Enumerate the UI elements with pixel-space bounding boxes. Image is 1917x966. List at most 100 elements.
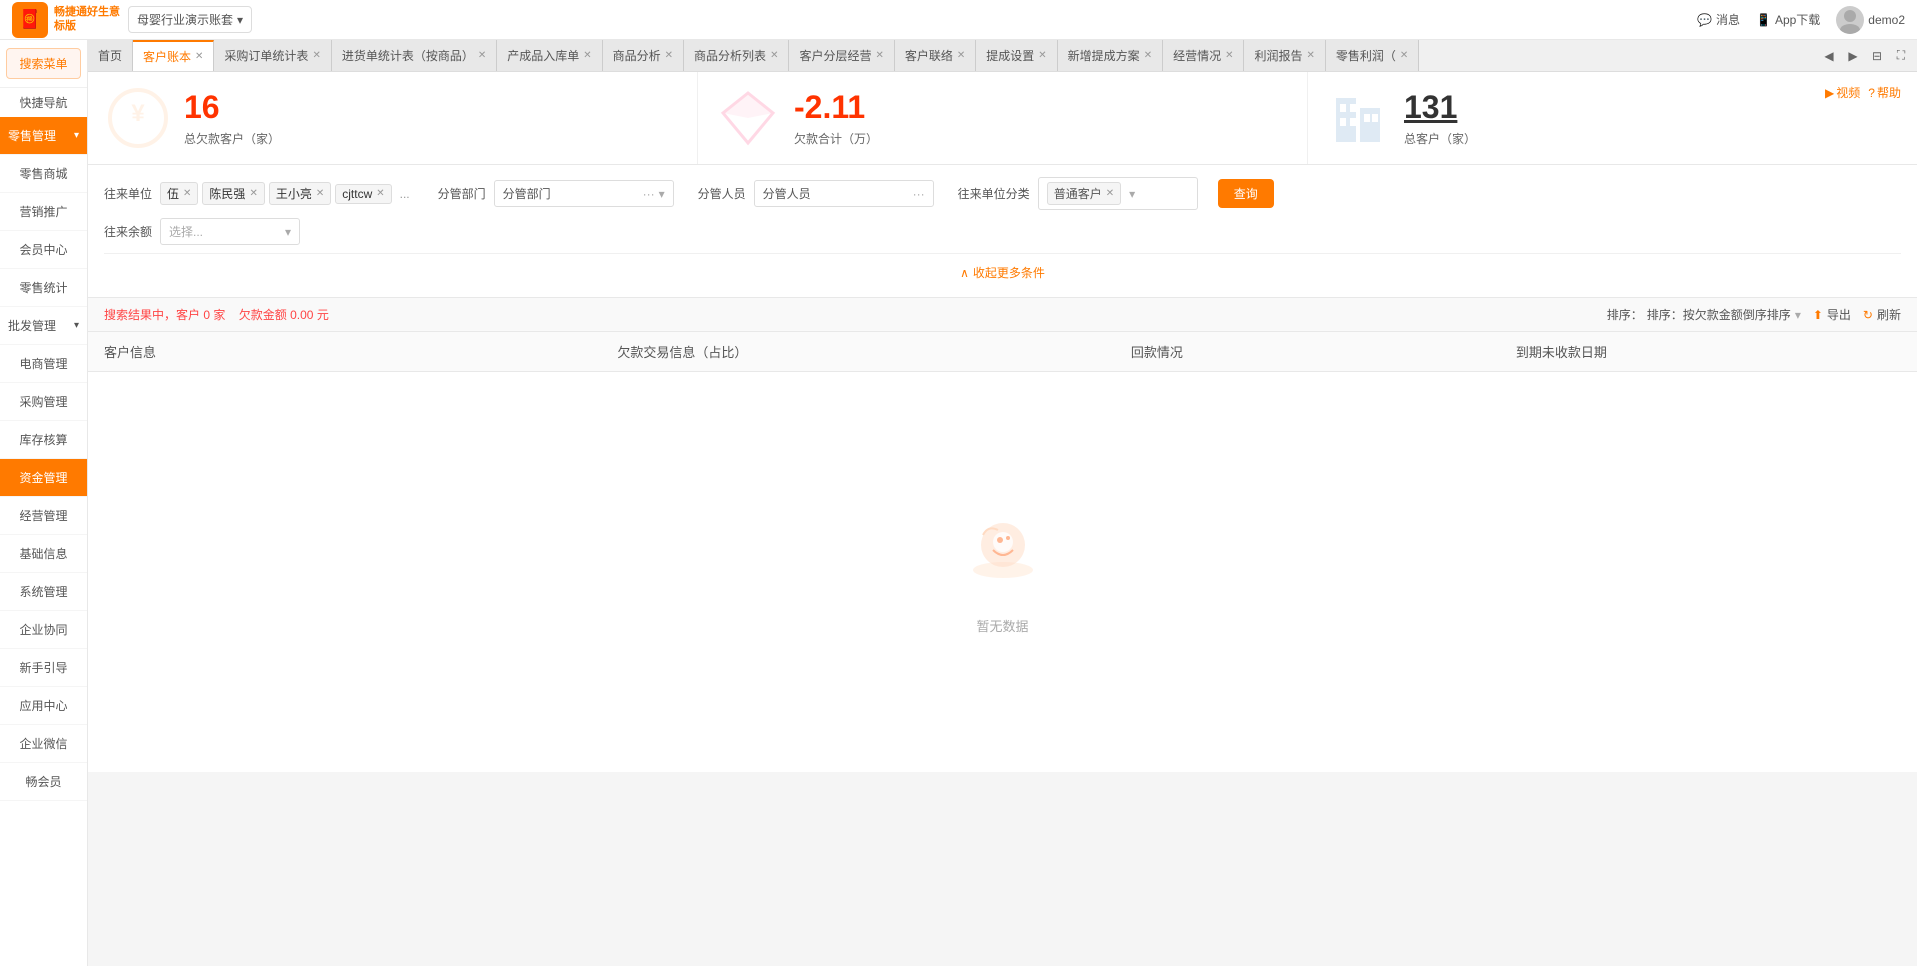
- tab-close-operations[interactable]: ✕: [1225, 50, 1233, 61]
- sidebar-item-inventory[interactable]: 库存核算: [0, 421, 87, 459]
- help-link[interactable]: ? 帮助: [1868, 84, 1901, 101]
- filter-person-label: 分管人员: [698, 185, 746, 202]
- stat-label-debt-amount: 欠款合计（万）: [794, 130, 1287, 147]
- search-menu-button[interactable]: 搜索菜单: [6, 48, 81, 79]
- remove-tag-unit-3[interactable]: ✕: [376, 188, 384, 199]
- sort-select[interactable]: 排序： 排序：按欠款金额倒序排序 ▾: [1607, 306, 1801, 323]
- sidebar-item-system-mgmt[interactable]: 系统管理: [0, 573, 87, 611]
- tab-close-customer-contact[interactable]: ✕: [957, 50, 965, 61]
- sidebar-item-finance[interactable]: 资金管理: [0, 459, 87, 497]
- remove-tag-unit-0[interactable]: ✕: [183, 188, 191, 199]
- query-button[interactable]: 查询: [1218, 179, 1274, 208]
- main-layout: 搜索菜单 快捷导航 零售管理 ▾ 零售商城 营销推广 会员中心 零售统计 批发管…: [0, 40, 1917, 966]
- chevron-down-icon: ▾: [1129, 187, 1135, 201]
- remove-tag-unit-2[interactable]: ✕: [316, 188, 324, 199]
- tab-close-new-boost-plan[interactable]: ✕: [1144, 50, 1152, 61]
- tab-profit-report[interactable]: 利润报告 ✕: [1244, 40, 1325, 72]
- sidebar-item-vip-member[interactable]: 畅会员: [0, 763, 87, 801]
- table-header: 客户信息 欠款交易信息（占比） 回款情况 到期未收款日期: [88, 332, 1917, 372]
- table-header-customer-info: 客户信息: [104, 342, 617, 361]
- empty-text: 暂无数据: [976, 616, 1028, 635]
- logo-area: 🧧 畅捷通好生意 标版: [12, 2, 120, 38]
- filter-balance-select[interactable]: 选择... ▾: [160, 218, 300, 245]
- export-button[interactable]: ⬆ 导出: [1813, 306, 1851, 323]
- tab-boost-settings[interactable]: 提成设置 ✕: [976, 40, 1057, 72]
- avatar: [1836, 6, 1864, 34]
- empty-icon: [963, 510, 1043, 604]
- refresh-button[interactable]: ↻ 刷新: [1863, 306, 1901, 323]
- tab-product-analysis-list[interactable]: 商品分析列表 ✕: [684, 40, 789, 72]
- filter-unit-tags: 伍 ✕ 陈民强 ✕ 王小亮 ✕ cjttcw ✕: [160, 182, 414, 205]
- sidebar-item-app-center[interactable]: 应用中心: [0, 687, 87, 725]
- stat-card-total-customers: 131 总客户（家） ▶ 视频 ? 帮助: [1308, 72, 1917, 164]
- tab-purchase-stats-by-product[interactable]: 进货单统计表（按商品） ✕: [332, 40, 497, 72]
- tab-collapse-button[interactable]: ⊟: [1867, 46, 1887, 66]
- filter-person-select[interactable]: 分管人员 ···: [754, 180, 934, 207]
- tab-customer-balance[interactable]: 客户账本 ✕: [133, 40, 214, 72]
- remove-tag-unit-1[interactable]: ✕: [249, 188, 257, 199]
- tab-product-instock[interactable]: 产成品入库单 ✕: [497, 40, 602, 72]
- remove-tag-category-0[interactable]: ✕: [1106, 188, 1114, 199]
- messages-button[interactable]: 💬 消息: [1697, 11, 1740, 28]
- sidebar-item-ecommerce[interactable]: 电商管理: [0, 345, 87, 383]
- sidebar-item-purchase-mgmt[interactable]: 采购管理: [0, 383, 87, 421]
- tab-operations[interactable]: 经营情况 ✕: [1163, 40, 1244, 72]
- sidebar-item-operations-mgmt[interactable]: 经营管理: [0, 497, 87, 535]
- tab-close-customer-balance[interactable]: ✕: [195, 51, 203, 62]
- sidebar-search-area: 搜索菜单: [0, 40, 87, 88]
- content-area: 首页 客户账本 ✕ 采购订单统计表 ✕ 进货单统计表（按商品） ✕ 产成品入库单…: [88, 40, 1917, 966]
- export-icon: ⬆: [1813, 308, 1823, 322]
- stat-card-debt-customers: ¥ 16 总欠款客户（家）: [88, 72, 698, 164]
- filter-tag-unit-0: 伍 ✕: [160, 182, 198, 205]
- filter-unit-category-select[interactable]: 普通客户 ✕ ▾: [1038, 177, 1198, 210]
- tab-close-product-analysis-list[interactable]: ✕: [770, 50, 778, 61]
- tab-customer-contact[interactable]: 客户联络 ✕: [895, 40, 976, 72]
- filter-dept-select[interactable]: 分管部门 ··· ▾: [494, 180, 674, 207]
- tab-close-purchase-order-stats[interactable]: ✕: [312, 50, 320, 61]
- sidebar-item-marketing[interactable]: 营销推广: [0, 193, 87, 231]
- tab-close-purchase-stats[interactable]: ✕: [478, 50, 486, 61]
- tab-retail-profit[interactable]: 零售利润（ ✕: [1326, 40, 1419, 72]
- tab-product-analysis[interactable]: 商品分析 ✕: [603, 40, 684, 72]
- result-info: 搜索结果中，客户 0 家 欠款金额 0.00 元: [104, 306, 329, 323]
- sidebar-item-new-guide[interactable]: 新手引导: [0, 649, 87, 687]
- help-icon: ?: [1868, 86, 1875, 100]
- tab-scroll-left-button[interactable]: ◀: [1819, 46, 1839, 66]
- logo-icon: 🧧: [12, 2, 48, 38]
- tab-new-boost-plan[interactable]: 新增提成方案 ✕: [1058, 40, 1163, 72]
- table-header-due-date: 到期未收款日期: [1516, 342, 1901, 361]
- sidebar-item-retail-stats[interactable]: 零售统计: [0, 269, 87, 307]
- app-download-button[interactable]: 📱 App下载: [1756, 11, 1820, 28]
- tab-close-product-analysis[interactable]: ✕: [665, 50, 673, 61]
- tab-home[interactable]: 首页: [88, 40, 133, 72]
- tab-fullscreen-button[interactable]: ⛶: [1891, 46, 1911, 66]
- sidebar-item-enterprise-wechat[interactable]: 企业微信: [0, 725, 87, 763]
- stat-info-total-customers: 131 总客户（家）: [1404, 89, 1897, 147]
- tab-close-product-instock[interactable]: ✕: [583, 50, 591, 61]
- user-avatar-button[interactable]: demo2: [1836, 6, 1905, 34]
- filter-unit-category-label: 往来单位分类: [958, 185, 1030, 202]
- workspace-selector[interactable]: 母婴行业演示账套 ▾: [128, 6, 252, 33]
- sidebar-item-basic-info[interactable]: 基础信息: [0, 535, 87, 573]
- sidebar-item-enterprise-collab[interactable]: 企业协同: [0, 611, 87, 649]
- sidebar-item-retail-mall[interactable]: 零售商城: [0, 155, 87, 193]
- table-container: 客户信息 欠款交易信息（占比） 回款情况 到期未收款日期: [88, 332, 1917, 772]
- stat-value-debt-amount: -2.11: [794, 89, 1287, 126]
- video-link[interactable]: ▶ 视频: [1825, 84, 1860, 101]
- tab-purchase-order-stats[interactable]: 采购订单统计表 ✕: [214, 40, 331, 72]
- svg-text:¥: ¥: [131, 100, 145, 127]
- sidebar-item-retail-mgmt[interactable]: 零售管理 ▾: [0, 117, 87, 155]
- collapse-button[interactable]: ∧ 收起更多条件: [104, 260, 1901, 285]
- tab-close-customer-segment[interactable]: ✕: [875, 50, 883, 61]
- tab-scroll-right-button[interactable]: ▶: [1843, 46, 1863, 66]
- tab-close-boost-settings[interactable]: ✕: [1038, 50, 1046, 61]
- sidebar-item-wholesale-mgmt[interactable]: 批发管理 ▾: [0, 307, 87, 345]
- tab-close-retail-profit[interactable]: ✕: [1400, 50, 1408, 61]
- filter-more-tags[interactable]: ...: [396, 185, 414, 203]
- quick-nav-button[interactable]: 快捷导航: [0, 88, 87, 117]
- chevron-down-icon: ▾: [74, 130, 79, 141]
- sidebar-item-member-center[interactable]: 会员中心: [0, 231, 87, 269]
- tab-close-profit-report[interactable]: ✕: [1307, 50, 1315, 61]
- top-bar-left: 🧧 畅捷通好生意 标版 母婴行业演示账套 ▾: [12, 2, 252, 38]
- tab-customer-segment[interactable]: 客户分层经营 ✕: [789, 40, 894, 72]
